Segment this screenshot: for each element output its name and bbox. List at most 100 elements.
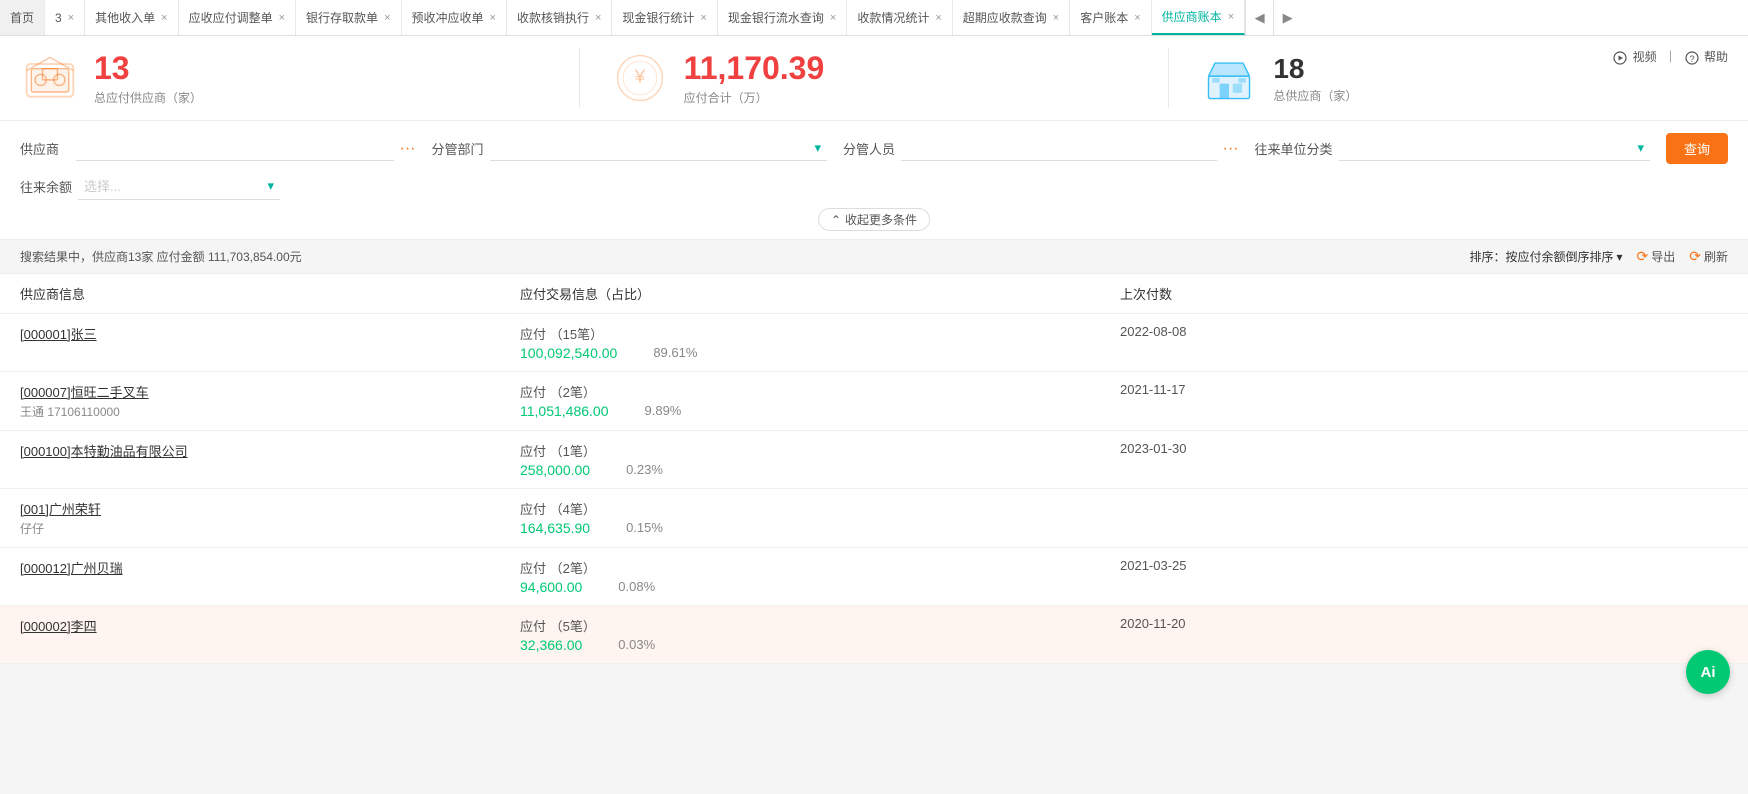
collapse-label: 收起更多条件 — [845, 211, 917, 228]
payable-pct: 0.08% — [618, 579, 655, 594]
supplier-sub: 仔仔 — [20, 520, 520, 537]
stat-text-total: 18 总供应商（家） — [1273, 53, 1357, 104]
payable-pct: 0.23% — [626, 462, 663, 477]
nav-tab-receipt-exec-label: 收款核销执行 — [517, 9, 589, 26]
nav-tab-supplier-book[interactable]: 供应商账本 × — [1152, 0, 1245, 35]
table-row: [001]广州荣轩 仔仔 应付 （4笔） 164,635.90 0.15% — [0, 489, 1748, 548]
nav-tab-customer-book-label: 客户账本 — [1080, 9, 1128, 26]
nav-tab-supplier-book-close[interactable]: × — [1228, 11, 1234, 23]
nav-tab-cash-bank-stat-close[interactable]: × — [700, 12, 706, 24]
balance-select[interactable]: 选择... ▾ — [78, 172, 280, 200]
payable-cell: 应付 （2笔） 94,600.00 0.08% — [520, 558, 1120, 595]
query-button[interactable]: 查询 — [1666, 133, 1728, 164]
payable-pct: 89.61% — [653, 345, 697, 360]
payable-amount: 258,000.00 — [520, 462, 590, 478]
supplier-link[interactable]: [000002]李四 — [20, 619, 97, 634]
collapse-button[interactable]: ⌃ 收起更多条件 — [818, 208, 930, 231]
stat-divider-2 — [1168, 48, 1169, 108]
supplier-link[interactable]: [000100]本特勤油品有限公司 — [20, 444, 188, 459]
video-link[interactable]: 视频 — [1613, 48, 1656, 65]
nav-tab-3-label: 3 — [55, 11, 62, 25]
payable-amount: 11,051,486.00 — [520, 403, 609, 419]
sort-label: 排序：按应付余额倒序排序 — [1469, 248, 1613, 265]
nav-tab-bank-deposit-close[interactable]: × — [384, 12, 390, 24]
nav-tab-overdue-ar[interactable]: 超期应收款查询 × — [953, 0, 1070, 35]
refresh-icon: ⟳ — [1689, 248, 1701, 265]
nav-arrow-right[interactable]: ▶ — [1273, 0, 1301, 35]
stat-text-amount: 11,170.39 应付合计（万） — [684, 50, 825, 106]
nav-tab-other-income-label: 其他收入单 — [95, 9, 155, 26]
nav-tab-cash-bank-flow-close[interactable]: × — [830, 12, 836, 24]
supplier-cell: [001]广州荣轩 仔仔 — [20, 499, 520, 537]
payable-row: 11,051,486.00 9.89% — [520, 401, 681, 419]
table-body: [000001]张三 应付 （15笔） 100,092,540.00 89.61… — [0, 314, 1748, 664]
nav-tab-ar-ap-adjust[interactable]: 应收应付调整单 × — [179, 0, 296, 35]
search-field-dept: 分管部门 ▾ — [432, 136, 828, 161]
nav-tab-ar-ap-adjust-close[interactable]: × — [279, 12, 285, 24]
collapse-chevron-icon: ⌃ — [831, 213, 841, 227]
payable-cell: 应付 （4笔） 164,635.90 0.15% — [520, 499, 1120, 536]
stat-block-amount: ¥ 11,170.39 应付合计（万） — [610, 48, 1139, 108]
nav-tab-receipt-exec[interactable]: 收款核销执行 × — [507, 0, 612, 35]
stat-block-suppliers: 13 总应付供应商（家） — [20, 48, 549, 108]
sort-button[interactable]: 排序：按应付余额倒序排序 ▾ — [1469, 248, 1622, 265]
nav-tab-receipt-exec-close[interactable]: × — [595, 12, 601, 24]
export-icon: ⟳ — [1637, 248, 1649, 265]
export-button[interactable]: ⟳ 导出 — [1637, 248, 1676, 265]
refresh-label: 刷新 — [1704, 248, 1728, 265]
nav-tab-other-income[interactable]: 其他收入单 × — [85, 0, 178, 35]
nav-tab-receipt-stat-close[interactable]: × — [935, 12, 941, 24]
search-row-2: 往来余额 选择... ▾ — [20, 172, 1728, 200]
supplier-dots-icon[interactable]: ··· — [400, 140, 416, 158]
help-link[interactable]: ? 帮助 — [1685, 48, 1728, 65]
balance-label: 往来余额 — [20, 177, 72, 196]
nav-arrow-left[interactable]: ◀ — [1245, 0, 1273, 35]
last-pay: 2022-08-08 — [1120, 324, 1728, 339]
supplier-link[interactable]: [001]广州荣轩 — [20, 502, 101, 517]
payable-count: 应付 （2笔） — [520, 382, 596, 401]
nav-tab-prepay-ar-close[interactable]: × — [490, 12, 496, 24]
header-stats: 13 总应付供应商（家） ¥ 11,170.39 应付合计（万） — [0, 36, 1748, 121]
col-header-lastpay: 上次付数 — [1120, 284, 1728, 303]
nav-tab-customer-book[interactable]: 客户账本 × — [1070, 0, 1151, 35]
category-select[interactable]: ▾ — [1339, 136, 1650, 161]
nav-tab-other-income-close[interactable]: × — [161, 12, 167, 24]
export-label: 导出 — [1651, 248, 1675, 265]
stat-divider-1 — [579, 48, 580, 108]
col-header-supplier: 供应商信息 — [20, 284, 520, 303]
payable-amount: 32,366.00 — [520, 637, 582, 653]
nav-tab-prepay-ar-label: 预收冲应收单 — [412, 9, 484, 26]
nav-tab-prepay-ar[interactable]: 预收冲应收单 × — [402, 0, 507, 35]
payable-row: 258,000.00 0.23% — [520, 460, 663, 478]
dept-label: 分管部门 — [432, 139, 484, 158]
nav-tab-customer-book-close[interactable]: × — [1134, 12, 1140, 24]
nav-tab-overdue-ar-close[interactable]: × — [1053, 12, 1059, 24]
nav-tab-cash-bank-stat[interactable]: 现金银行统计 × — [612, 0, 717, 35]
category-chevron-icon: ▾ — [1637, 140, 1644, 156]
nav-tab-3[interactable]: 3 × — [45, 0, 85, 35]
sort-chevron-icon: ▾ — [1616, 250, 1622, 264]
person-dots-icon[interactable]: ··· — [1223, 140, 1239, 158]
supplier-link[interactable]: [000007]恒旺二手叉车 — [20, 385, 149, 400]
dept-select[interactable]: ▾ — [490, 136, 827, 161]
supplier-cell: [000012]广州贝瑞 — [20, 558, 520, 577]
ai-button[interactable]: Ai — [1686, 650, 1730, 694]
nav-tab-bank-deposit[interactable]: 银行存取款单 × — [296, 0, 401, 35]
payable-count: 应付 （5笔） — [520, 616, 596, 635]
nav-tab-home[interactable]: 首页 — [0, 0, 45, 35]
supplier-link[interactable]: [000012]广州贝瑞 — [20, 561, 123, 576]
person-input[interactable] — [901, 137, 1217, 161]
table-row: [000001]张三 应付 （15笔） 100,092,540.00 89.61… — [0, 314, 1748, 372]
nav-tab-cash-bank-flow[interactable]: 现金银行流水查询 × — [718, 0, 847, 35]
payable-amount: 164,635.90 — [520, 520, 590, 536]
search-row-1: 供应商 ··· 分管部门 ▾ 分管人员 ··· 往来单位分类 ▾ 查询 — [20, 133, 1728, 164]
refresh-button[interactable]: ⟳ 刷新 — [1689, 248, 1728, 265]
supplier-input[interactable] — [76, 137, 394, 161]
supplier-link[interactable]: [000001]张三 — [20, 327, 97, 342]
nav-tab-receipt-stat[interactable]: 收款情况统计 × — [847, 0, 952, 35]
supplier-cell: [000002]李四 — [20, 616, 520, 635]
payable-cell: 应付 （15笔） 100,092,540.00 89.61% — [520, 324, 1120, 361]
nav-tab-3-close[interactable]: × — [68, 12, 74, 24]
stat-number-amount: 11,170.39 — [684, 50, 825, 87]
search-field-category: 往来单位分类 ▾ — [1255, 136, 1651, 161]
